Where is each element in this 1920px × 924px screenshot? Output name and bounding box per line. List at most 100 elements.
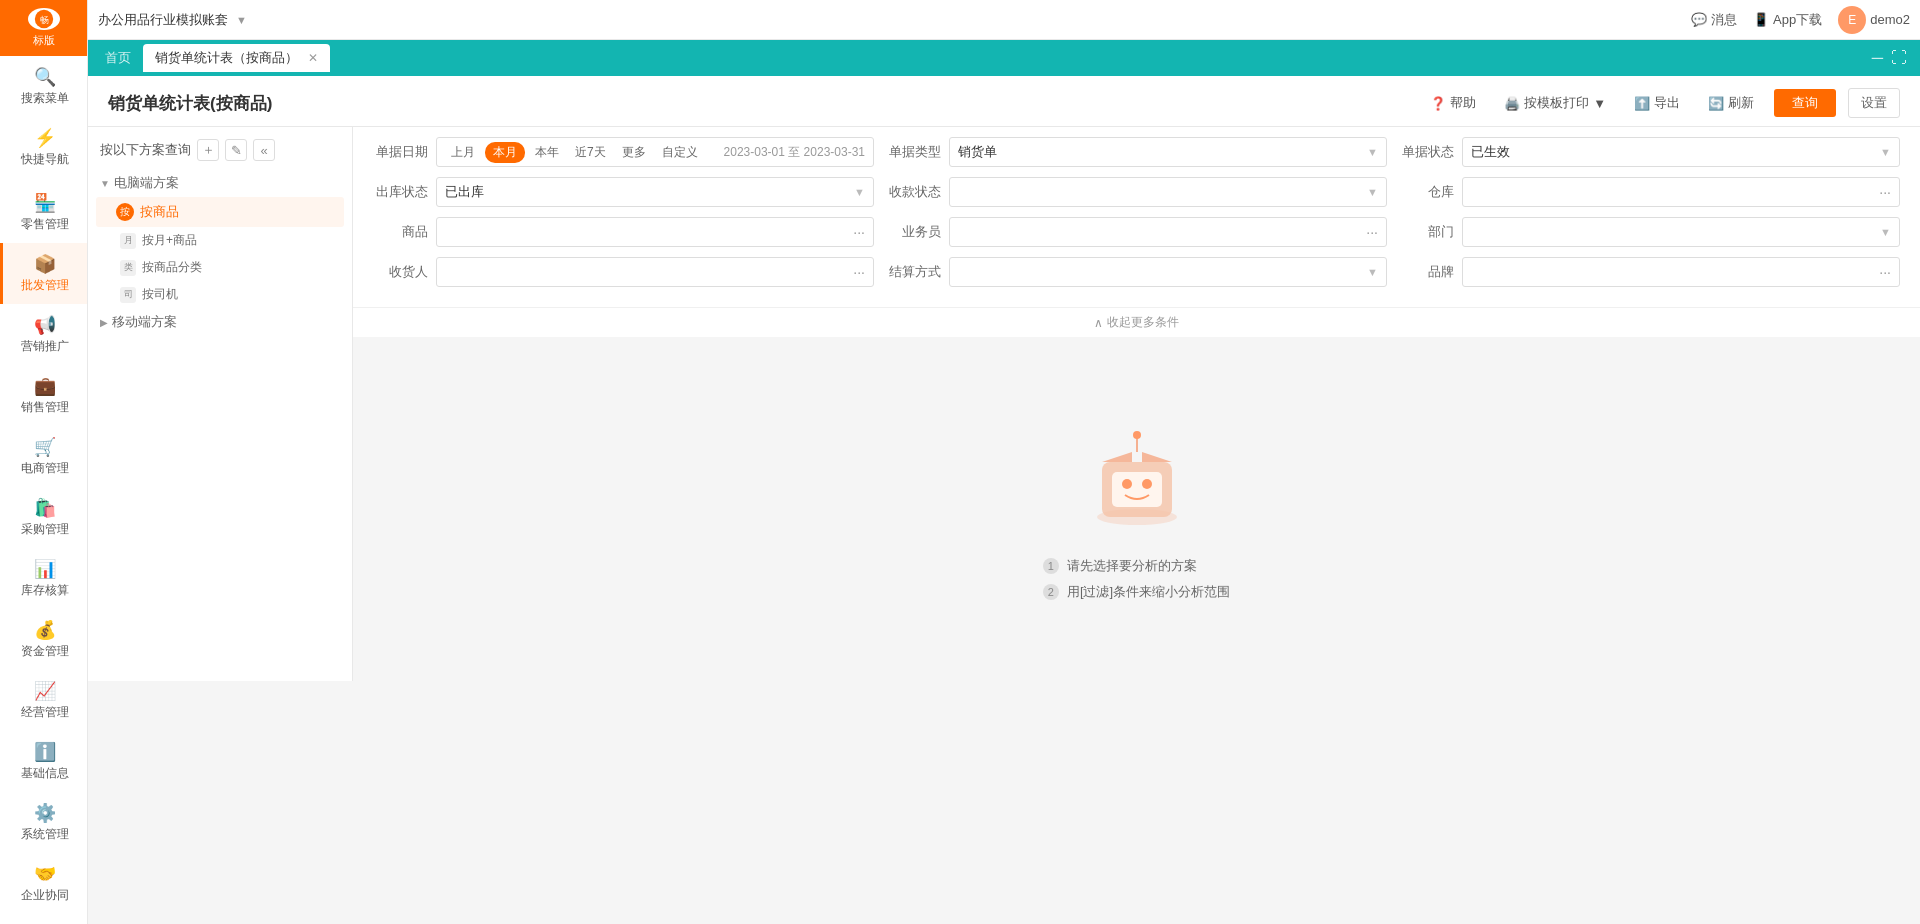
sidebar-item-operation[interactable]: 📈 经营管理 [0, 670, 87, 731]
doc-status-dropdown-icon: ▼ [1880, 146, 1891, 158]
doc-type-control[interactable]: 销货单 ▼ [949, 137, 1387, 167]
topbar-dropdown-icon[interactable]: ▼ [236, 14, 247, 26]
date-tab-more[interactable]: 更多 [616, 142, 652, 163]
settlement-control[interactable]: ▼ [949, 257, 1387, 287]
tab-close-btn[interactable]: ✕ [308, 51, 318, 65]
tab-sales-stats[interactable]: 销货单统计表（按商品） ✕ [143, 44, 330, 72]
collapse-label: 收起更多条件 [1107, 314, 1179, 331]
mobile-scheme-header[interactable]: ▶ 移动端方案 [88, 308, 352, 336]
template-print-btn[interactable]: 🖨️ 按模板打印 ▼ [1496, 91, 1614, 115]
sidebar-item-enterprise[interactable]: 🤝 企业协同 [0, 853, 87, 914]
user-area[interactable]: E demo2 [1838, 6, 1910, 34]
refresh-label: 刷新 [1728, 94, 1754, 112]
sidebar-item-finance[interactable]: 💰 资金管理 [0, 609, 87, 670]
query-button[interactable]: 查询 [1774, 89, 1836, 117]
pc-scheme-group-header[interactable]: ▼ 电脑端方案 [96, 169, 344, 197]
doc-status-value: 已生效 [1471, 143, 1510, 161]
scheme-by-goods[interactable]: 按 按商品 [96, 197, 344, 227]
sidebar-item-basic[interactable]: ℹ️ 基础信息 [0, 731, 87, 792]
date-tab-current-month[interactable]: 本月 [485, 142, 525, 163]
sidebar-item-search-label: 搜索菜单 [21, 90, 69, 107]
salesman-control[interactable]: ··· [949, 217, 1387, 247]
sidebar-item-marketing[interactable]: 📢 营销推广 [0, 304, 87, 365]
add-scheme-btn[interactable]: ＋ [197, 139, 219, 161]
sidebar-item-inventory[interactable]: 📊 库存核算 [0, 548, 87, 609]
scheme-by-category[interactable]: 类 按商品分类 [96, 254, 344, 281]
app-download-btn[interactable]: 📱 App下载 [1753, 11, 1822, 29]
brand-control[interactable]: ··· [1462, 257, 1900, 287]
doc-status-control[interactable]: 已生效 ▼ [1462, 137, 1900, 167]
payment-status-dropdown-icon: ▼ [1367, 186, 1378, 198]
message-btn[interactable]: 💬 消息 [1691, 11, 1737, 29]
sidebar-item-basic-label: 基础信息 [21, 765, 69, 782]
sidebar-item-quick-nav[interactable]: ⚡ 快捷导航 [0, 117, 87, 178]
settlement-label: 结算方式 [886, 263, 941, 281]
sidebar-item-wholesale[interactable]: 📦 批发管理 [0, 243, 87, 304]
settings-button[interactable]: 设置 [1848, 88, 1900, 118]
tab-home[interactable]: 首页 [93, 44, 143, 72]
date-tab-last-month[interactable]: 上月 [445, 142, 481, 163]
ecommerce-icon: 🛒 [34, 436, 56, 458]
salesman-label: 业务员 [886, 223, 941, 241]
dept-control[interactable]: ▼ [1462, 217, 1900, 247]
salesman-dots[interactable]: ··· [1366, 224, 1378, 240]
logo-area: 畅 标版 [0, 0, 87, 56]
date-control[interactable]: 上月 本月 本年 近7天 更多 自定义 2023-03-01 至 2023-03… [436, 137, 874, 167]
message-icon: 💬 [1691, 12, 1707, 27]
date-label: 单据日期 [373, 143, 428, 161]
storage-control[interactable]: ··· [1462, 177, 1900, 207]
brand-dots[interactable]: ··· [1879, 264, 1891, 280]
sidebar-item-ecommerce[interactable]: 🛒 电商管理 [0, 426, 87, 487]
app-download-label: App下载 [1773, 11, 1822, 29]
export-icon: ⬆️ [1634, 96, 1650, 111]
sidebar-item-search[interactable]: 🔍 搜索菜单 [0, 56, 87, 117]
date-tab-current-year[interactable]: 本年 [529, 142, 565, 163]
filter-item-consignee: 收货人 ··· [373, 257, 874, 287]
collapse-btn[interactable]: ∧ 收起更多条件 [1094, 314, 1179, 331]
quick-nav-icon: ⚡ [34, 127, 56, 149]
empty-tip-1-text: 请先选择要分析的方案 [1067, 557, 1197, 575]
payment-status-label: 收款状态 [886, 183, 941, 201]
sidebar-item-system[interactable]: ⚙️ 系统管理 [0, 792, 87, 853]
export-btn[interactable]: ⬆️ 导出 [1626, 91, 1688, 115]
date-tab-custom[interactable]: 自定义 [656, 142, 704, 163]
filter-item-brand: 品牌 ··· [1399, 257, 1900, 287]
topbar-right: 💬 消息 📱 App下载 E demo2 [1691, 6, 1910, 34]
storage-dots[interactable]: ··· [1879, 184, 1891, 200]
scheme-by-category-label: 按商品分类 [142, 259, 202, 276]
scheme-by-cashier[interactable]: 司 按司机 [96, 281, 344, 308]
goods-dots[interactable]: ··· [853, 224, 865, 240]
consignee-dots[interactable]: ··· [853, 264, 865, 280]
logo-icon: 畅 [28, 8, 60, 30]
filter-item-settlement: 结算方式 ▼ [886, 257, 1387, 287]
goods-control[interactable]: ··· [436, 217, 874, 247]
payment-status-control[interactable]: ▼ [949, 177, 1387, 207]
tab-maximize-btn[interactable]: ⛶ [1891, 49, 1907, 67]
tip-num-2: 2 [1043, 584, 1059, 600]
filter-item-dept: 部门 ▼ [1399, 217, 1900, 247]
scheme-by-month-goods[interactable]: 月 按月+商品 [96, 227, 344, 254]
sidebar-item-retail[interactable]: 🏪 零售管理 [0, 182, 87, 243]
sidebar-item-guide[interactable]: 📖 新手引导 [0, 914, 87, 924]
pc-scheme-label: 电脑端方案 [114, 174, 179, 192]
empty-tip-2: 2 用[过滤]条件来缩小分析范围 [1043, 583, 1230, 601]
refresh-btn[interactable]: 🔄 刷新 [1700, 91, 1762, 115]
sidebar-item-sales[interactable]: 💼 销售管理 [0, 365, 87, 426]
inventory-icon: 📊 [34, 558, 56, 580]
topbar-title: 办公用品行业模拟账套 [98, 11, 228, 29]
edit-scheme-btn[interactable]: ✎ [225, 139, 247, 161]
warehouse-status-control[interactable]: 已出库 ▼ [436, 177, 874, 207]
tab-minimize-btn[interactable]: ─ [1872, 49, 1883, 67]
wholesale-icon: 📦 [34, 253, 56, 275]
template-print-label: 按模板打印 [1524, 94, 1589, 112]
sidebar-item-purchase[interactable]: 🛍️ 采购管理 [0, 487, 87, 548]
collapse-panel-btn[interactable]: « [253, 139, 275, 161]
topbar: 办公用品行业模拟账套 ▼ 💬 消息 📱 App下载 E demo2 [88, 0, 1920, 40]
system-icon: ⚙️ [34, 802, 56, 824]
date-tab-7days[interactable]: 近7天 [569, 142, 612, 163]
scheme-by-cashier-icon: 司 [120, 287, 136, 303]
consignee-control[interactable]: ··· [436, 257, 874, 287]
help-btn[interactable]: ❓ 帮助 [1422, 91, 1484, 115]
dept-dropdown-icon: ▼ [1880, 226, 1891, 238]
sidebar-item-operation-label: 经营管理 [21, 704, 69, 721]
